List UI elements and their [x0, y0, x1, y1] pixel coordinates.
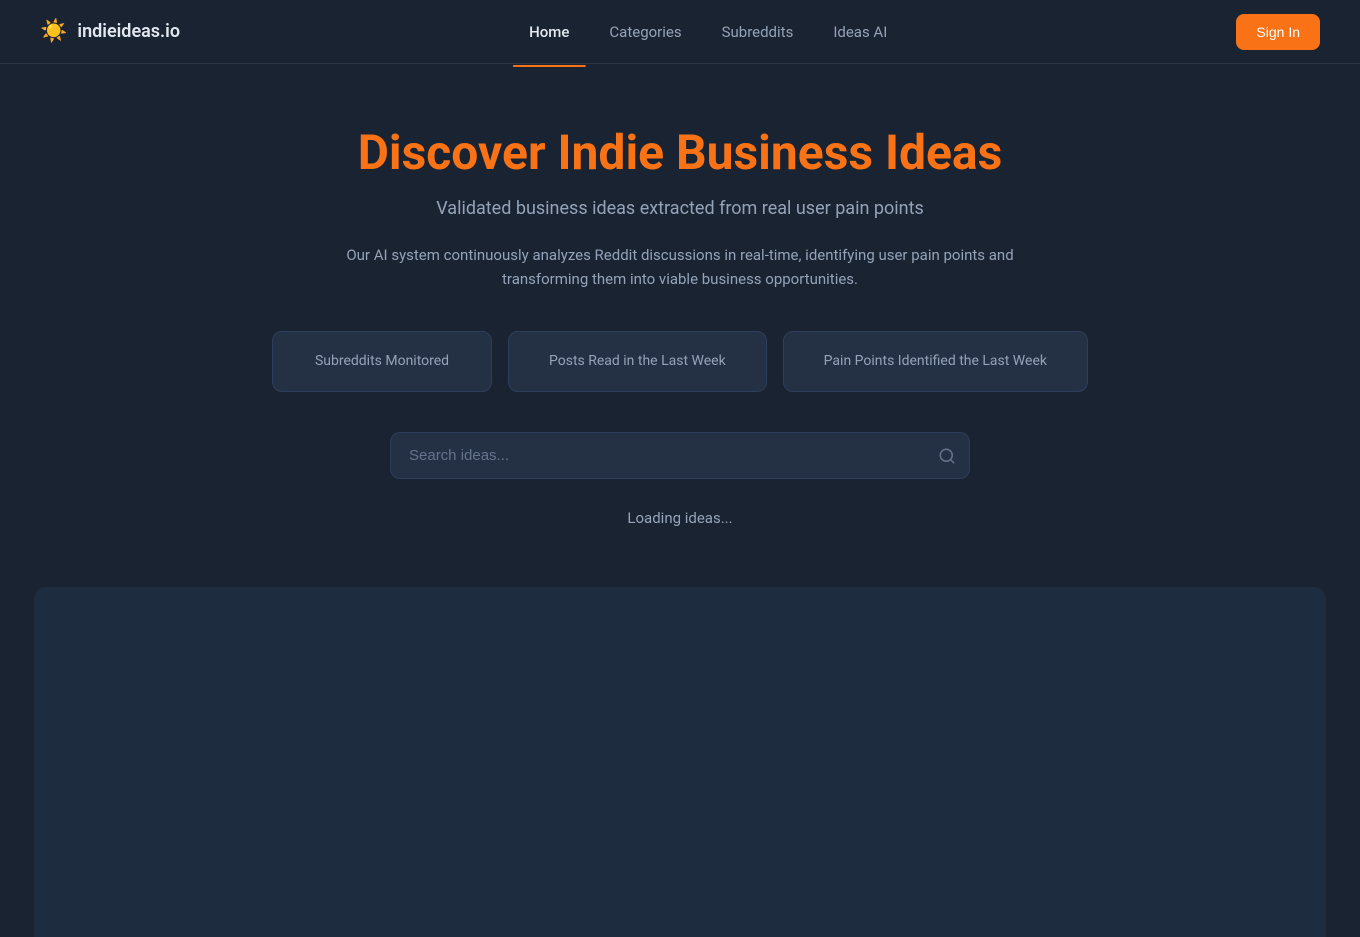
brand-logo[interactable]: ☀️ indieideas.io [40, 19, 180, 44]
nav-item-categories[interactable]: Categories [593, 15, 697, 49]
brand-icon: ☀️ [40, 19, 67, 44]
hero-section: Discover Indie Business Ideas Validated … [0, 64, 1360, 587]
stat-card-subreddits: Subreddits Monitored [272, 331, 492, 393]
hero-subtitle: Validated business ideas extracted from … [436, 198, 924, 219]
hero-title: Discover Indie Business Ideas [358, 124, 1003, 182]
signin-button[interactable]: Sign In [1236, 14, 1320, 50]
nav-item-subreddits[interactable]: Subreddits [706, 15, 810, 49]
search-input[interactable] [390, 432, 970, 479]
stats-row: Subreddits Monitored Posts Read in the L… [272, 331, 1088, 393]
stat-label-pain-points: Pain Points Identified the Last Week [824, 352, 1047, 372]
search-container [390, 432, 970, 479]
search-icon [938, 447, 956, 465]
nav-links: Home Categories Subreddits Ideas AI [513, 15, 903, 49]
stat-card-pain-points: Pain Points Identified the Last Week [783, 331, 1088, 393]
stat-label-subreddits: Subreddits Monitored [313, 352, 451, 372]
hero-description: Our AI system continuously analyzes Redd… [340, 243, 1020, 291]
stat-card-posts: Posts Read in the Last Week [508, 331, 767, 393]
loading-text: Loading ideas... [627, 509, 732, 527]
navbar: ☀️ indieideas.io Home Categories Subredd… [0, 0, 1360, 64]
search-button[interactable] [938, 447, 956, 465]
navbar-actions: Sign In [1236, 14, 1320, 50]
bottom-content-area [34, 587, 1326, 937]
brand-name: indieideas.io [77, 21, 180, 42]
nav-item-ideas-ai[interactable]: Ideas AI [817, 15, 903, 49]
stat-label-posts: Posts Read in the Last Week [549, 352, 726, 372]
nav-item-home[interactable]: Home [513, 15, 585, 49]
